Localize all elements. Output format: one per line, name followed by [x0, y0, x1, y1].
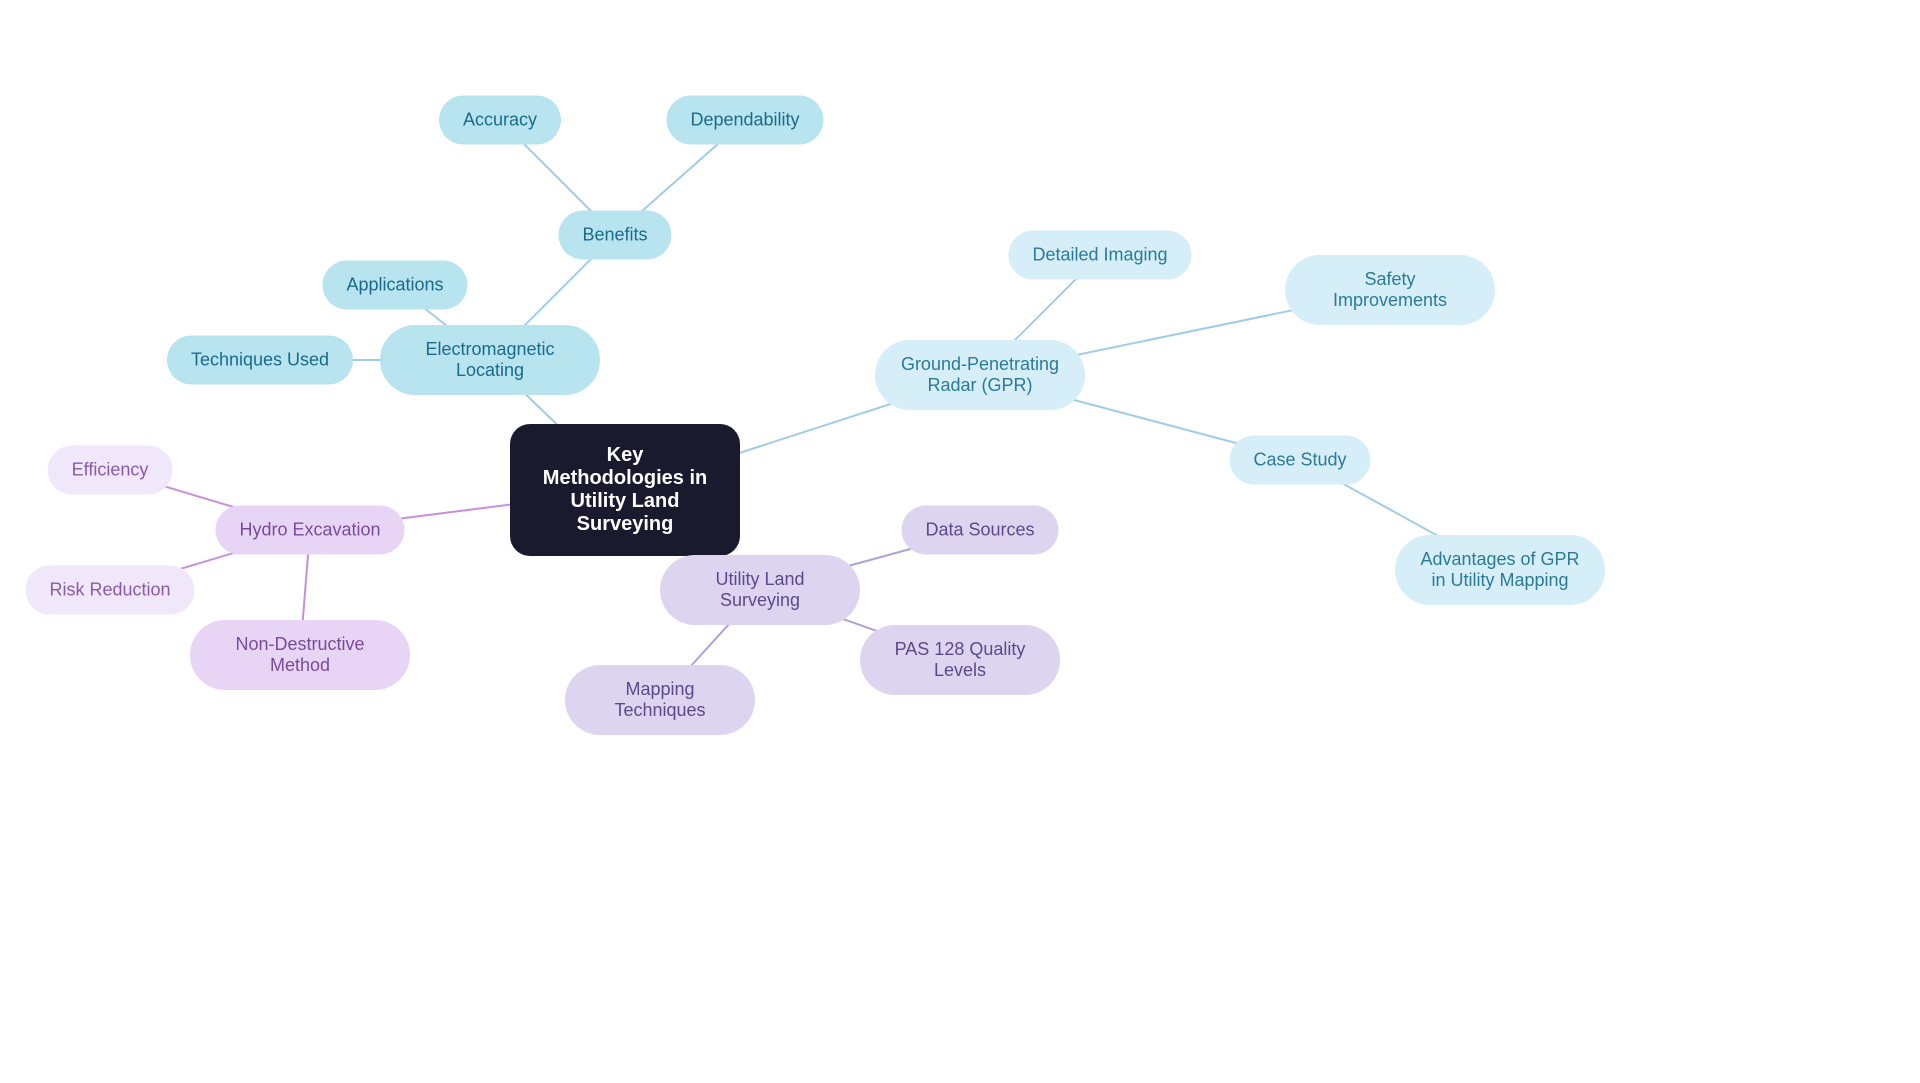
node-nonDestructive[interactable]: Non-Destructive Method	[190, 620, 410, 690]
node-applications[interactable]: Applications	[322, 261, 467, 310]
node-electromagnetic[interactable]: Electromagnetic Locating	[380, 325, 600, 395]
mindmap-container: Key Methodologies in Utility Land Survey…	[0, 0, 1920, 1083]
node-detailedImaging[interactable]: Detailed Imaging	[1008, 231, 1191, 280]
node-advantagesGPR[interactable]: Advantages of GPR in Utility Mapping	[1395, 535, 1605, 605]
node-dataSources[interactable]: Data Sources	[901, 506, 1058, 555]
node-pas128[interactable]: PAS 128 Quality Levels	[860, 625, 1060, 695]
node-riskReduction[interactable]: Risk Reduction	[25, 566, 194, 615]
node-gpr[interactable]: Ground-Penetrating Radar (GPR)	[875, 340, 1085, 410]
node-utilityLandSurveying[interactable]: Utility Land Surveying	[660, 555, 860, 625]
node-hydroExcavation[interactable]: Hydro Excavation	[215, 506, 404, 555]
node-center[interactable]: Key Methodologies in Utility Land Survey…	[510, 424, 740, 556]
node-safetyImprovements[interactable]: Safety Improvements	[1285, 255, 1495, 325]
node-dependability[interactable]: Dependability	[666, 96, 823, 145]
node-caseStudy[interactable]: Case Study	[1229, 436, 1370, 485]
node-mappingTechniques[interactable]: Mapping Techniques	[565, 665, 755, 735]
node-accuracy[interactable]: Accuracy	[439, 96, 561, 145]
node-efficiency[interactable]: Efficiency	[48, 446, 173, 495]
node-benefits[interactable]: Benefits	[558, 211, 671, 260]
node-techniques[interactable]: Techniques Used	[167, 336, 353, 385]
